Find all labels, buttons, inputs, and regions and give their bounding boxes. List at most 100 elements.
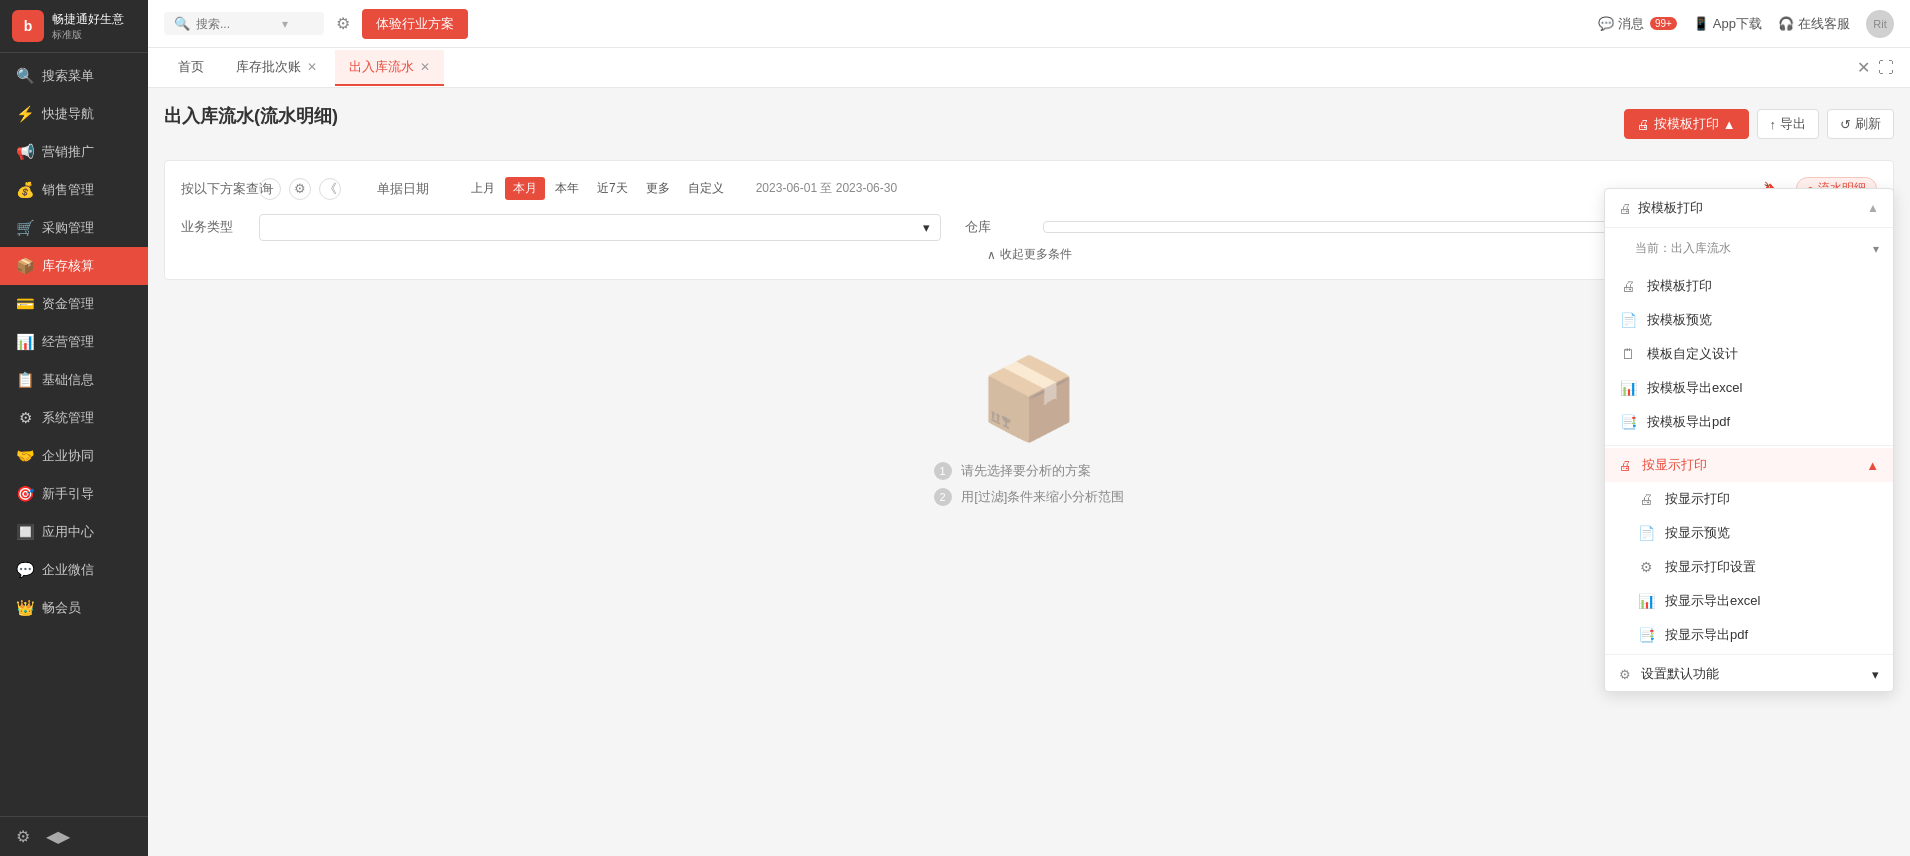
business-type-select[interactable]: ▾ [259,214,941,241]
collapse-icon[interactable]: ◀▶ [46,827,70,846]
collab-icon: 🤝 [16,447,34,465]
wechat-icon: 💬 [16,561,34,579]
dropdown-divider-2 [1605,654,1893,655]
template-excel-icon: 📊 [1619,380,1637,396]
empty-step-1: 1 请先选择要分析的方案 [934,462,1125,480]
user-avatar[interactable]: Rit [1866,10,1894,38]
tab-close-flow[interactable]: ✕ [420,60,430,74]
sidebar-item-sales[interactable]: 💰销售管理 [0,171,148,209]
type-label: 业务类型 [181,218,251,236]
display-preview-label: 按显示预览 [1665,524,1730,542]
sidebar-item-label: 系统管理 [42,409,94,427]
date-tab-上月[interactable]: 上月 [463,177,503,200]
message-badge: 99+ [1650,17,1677,30]
tab-batch[interactable]: 库存批次账 ✕ [222,50,331,86]
filter-settings-button[interactable]: ⚙ [289,178,311,200]
tab-label-batch: 库存批次账 [236,58,301,76]
sidebar-item-inventory[interactable]: 📦库存核算 [0,247,148,285]
sidebar-item-marketing[interactable]: 📢营销推广 [0,133,148,171]
sidebar-item-finance[interactable]: 💳资金管理 [0,285,148,323]
sidebar-item-label: 快捷导航 [42,105,94,123]
query-label: 按以下方案查询 [181,180,251,198]
online-service-label: 在线客服 [1798,15,1850,33]
sidebar-item-operations[interactable]: 📊经营管理 [0,323,148,361]
search-input[interactable] [196,17,276,31]
tab-close-batch[interactable]: ✕ [307,60,317,74]
dropdown-collapse-icon[interactable]: ▲ [1867,201,1879,215]
export-button[interactable]: ↑ 导出 [1757,109,1820,139]
settings-icon[interactable]: ⚙ [16,827,30,846]
sidebar-nav: 🔍搜索菜单⚡快捷导航📢营销推广💰销售管理🛒采购管理📦库存核算💳资金管理📊经营管理… [0,53,148,816]
date-tabs: 上月本月本年近7天更多自定义 [463,177,732,200]
display-print-section-header[interactable]: 🖨 按显示打印 ▲ [1605,448,1893,482]
dropdown-item-template-preview[interactable]: 📄按模板预览 [1605,303,1893,337]
print-template-button[interactable]: 🖨 按模板打印 ▲ [1624,109,1749,139]
dropdown-item-template-print[interactable]: 🖨按模板打印 [1605,269,1893,303]
empty-steps-list: 1 请先选择要分析的方案 2 用[过滤]条件来缩小分析范围 [934,462,1125,514]
date-tab-自定义[interactable]: 自定义 [680,177,732,200]
dropdown-display-item-display-settings[interactable]: ⚙按显示打印设置 [1605,550,1893,584]
dropdown-item-template-pdf[interactable]: 📑按模板导出pdf [1605,405,1893,439]
date-tab-本年[interactable]: 本年 [547,177,587,200]
tab-flow[interactable]: 出入库流水✕ [335,50,444,86]
dropdown-display-item-display-preview[interactable]: 📄 按显示预览 [1605,516,1893,550]
display-pdf-label: 按显示导出pdf [1665,626,1748,644]
sidebar-item-label: 资金管理 [42,295,94,313]
sidebar-item-collab[interactable]: 🤝 企业协同 [0,437,148,475]
search-chevron-icon[interactable]: ▾ [282,17,288,31]
topbar-settings-icon[interactable]: ⚙ [336,14,350,33]
sidebar-item-member[interactable]: 👑畅会员 [0,589,148,627]
add-filter-button[interactable]: + [259,178,281,200]
tabs-bar: 首页库存批次账✕出入库流水✕ ✕ ⛶ [148,48,1910,88]
message-button[interactable]: 💬 消息 99+ [1598,15,1677,33]
sidebar-item-shortcuts[interactable]: ⚡快捷导航 [0,95,148,133]
dropdown-display-item-display-print[interactable]: 🖨按显示打印 [1605,482,1893,516]
search-icon: 🔍 [16,67,34,85]
tab-home[interactable]: 首页 [164,50,218,86]
sidebar-item-basic[interactable]: 📋基础信息 [0,361,148,399]
refresh-button[interactable]: ↺ 刷新 [1827,109,1894,139]
sidebar-item-wechat[interactable]: 💬企业微信 [0,551,148,589]
dropdown-item-template-custom[interactable]: 🗒模板自定义设计 [1605,337,1893,371]
dropdown-display-item-display-excel[interactable]: 📊按显示导出excel [1605,584,1893,618]
sidebar-item-guide[interactable]: 🎯新手引导 [0,475,148,513]
sidebar-item-label: 库存核算 [42,257,94,275]
sidebar-item-label: 销售管理 [42,181,94,199]
display-preview-icon: 📄 [1637,525,1655,541]
collapse-label: 收起更多条件 [1000,246,1072,263]
type-dropdown-icon: ▾ [923,220,930,235]
template-custom-icon: 🗒 [1619,346,1637,362]
date-tab-近7天[interactable]: 近7天 [589,177,636,200]
collapse-button[interactable]: ∧ 收起更多条件 [987,246,1072,263]
app-badge: 标准版 [52,28,124,42]
sidebar-item-label: 经营管理 [42,333,94,351]
sidebar-item-label: 企业协同 [42,447,94,465]
dropdown-item-template-excel[interactable]: 📊按模板导出excel [1605,371,1893,405]
template-print-icon: 🖨 [1619,278,1637,294]
app-download-button[interactable]: 📱 App下载 [1693,15,1762,33]
app-name: 畅捷通好生意 [52,11,124,28]
headset-icon: 🎧 [1778,16,1794,31]
date-tab-本月[interactable]: 本月 [505,177,545,200]
sidebar-item-system[interactable]: ⚙系统管理 [0,399,148,437]
sidebar-item-apps[interactable]: 🔲应用中心 [0,513,148,551]
refresh-label: 刷新 [1855,115,1881,133]
online-service-button[interactable]: 🎧 在线客服 [1778,15,1850,33]
search-icon: 🔍 [174,16,190,31]
sidebar-item-purchase[interactable]: 🛒采购管理 [0,209,148,247]
step-num-2: 2 [934,488,952,506]
date-tab-更多[interactable]: 更多 [638,177,678,200]
sidebar-item-label: 畅会员 [42,599,81,617]
tab-label-home: 首页 [178,58,204,76]
dropdown-current-section: 当前：出入库流水 ▾ [1605,228,1893,265]
dropdown-display-item-display-pdf[interactable]: 📑按显示导出pdf [1605,618,1893,652]
close-all-icon[interactable]: ✕ [1857,58,1870,77]
default-function-item[interactable]: ⚙ 设置默认功能 ▾ [1605,657,1893,691]
sidebar-item-label: 基础信息 [42,371,94,389]
filter-expand-button[interactable]: 《 [319,178,341,200]
topbar: 🔍 ▾ ⚙ 体验行业方案 💬 消息 99+ 📱 App下载 🎧 在线客服 Rit [148,0,1910,48]
industry-solution-button[interactable]: 体验行业方案 [362,9,468,39]
maximize-icon[interactable]: ⛶ [1878,59,1894,77]
sidebar-item-search[interactable]: 🔍搜索菜单 [0,57,148,95]
template-pdf-label: 按模板导出pdf [1647,413,1730,431]
